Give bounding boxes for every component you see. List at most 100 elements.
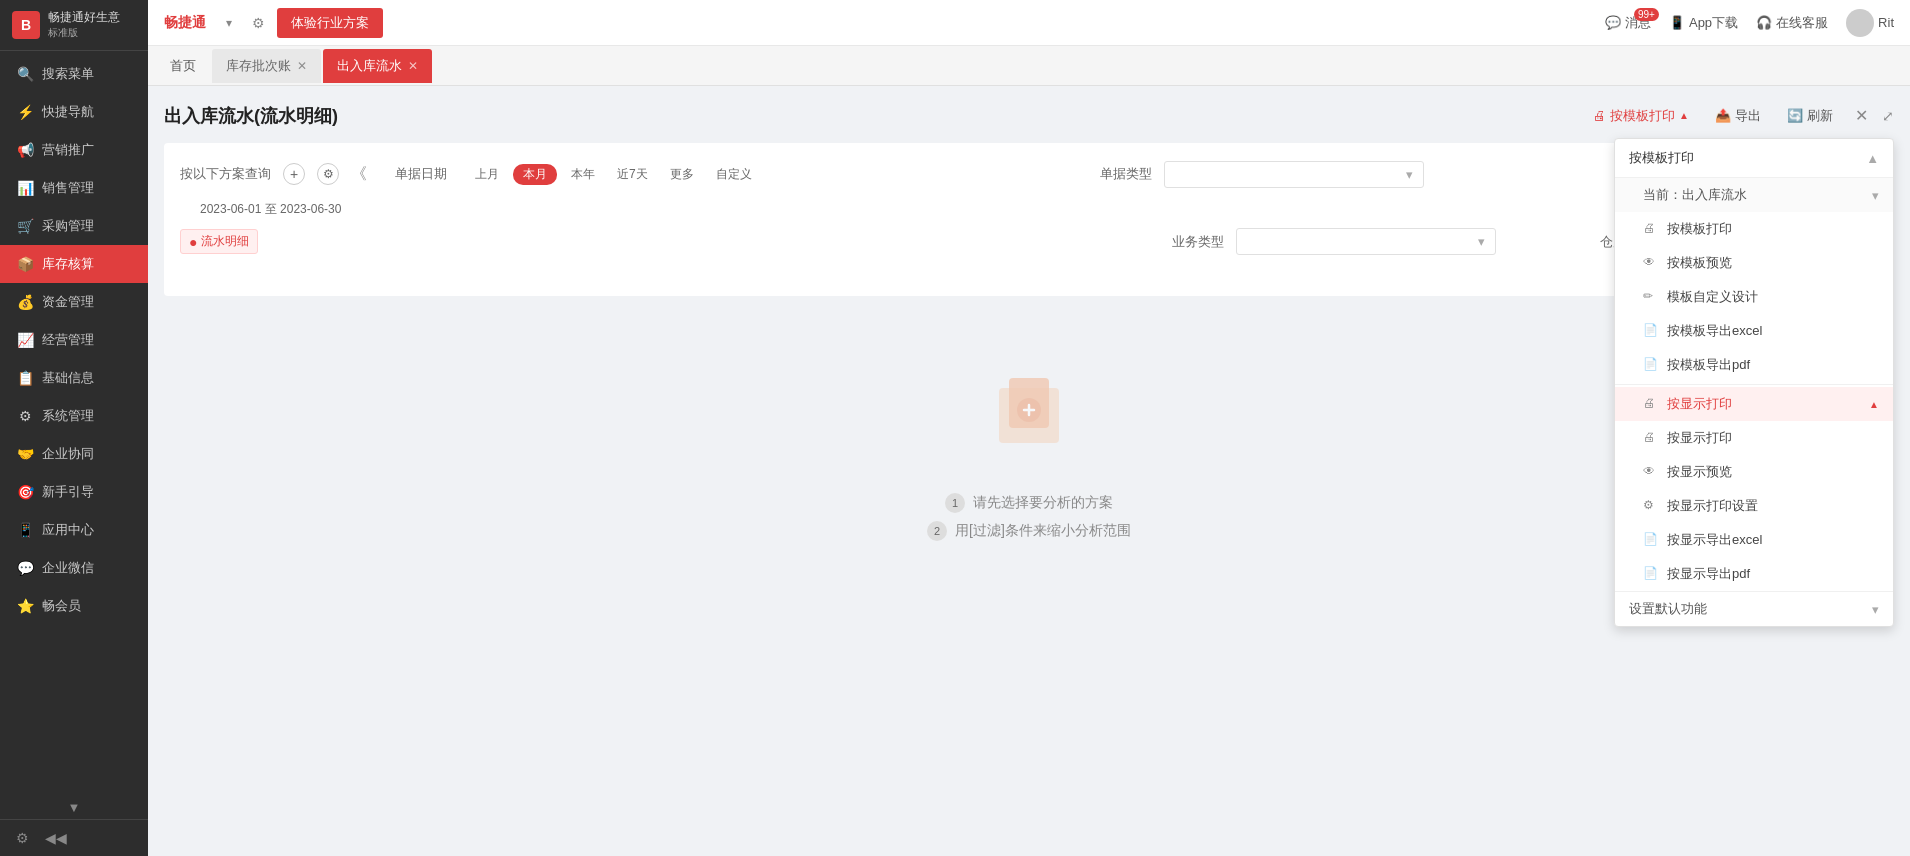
dropdown-item-template-print[interactable]: 🖨 按模板打印 [1615,212,1893,246]
topbar-gear-icon[interactable]: ⚙ [252,15,265,31]
collapse-sidebar-icon[interactable]: ◀◀ [45,830,67,846]
topbar-dropdown[interactable]: ▾ [218,16,240,30]
date-btn-this-year[interactable]: 本年 [563,164,603,185]
finance-icon: 💰 [16,294,34,310]
sidebar-item-enterprise-wechat[interactable]: 💬 企业微信 [0,549,148,587]
sidebar-item-operations[interactable]: 📈 经营管理 [0,321,148,359]
sidebar-item-sales[interactable]: 📊 销售管理 [0,169,148,207]
search-icon: 🔍 [16,66,34,82]
date-btn-this-month[interactable]: 本月 [513,164,557,185]
display-export-pdf-icon: 📄 [1643,566,1659,582]
doc-type-label: 单据类型 [1100,165,1152,183]
sidebar-item-finance[interactable]: 💰 资金管理 [0,283,148,321]
brand-sub: 标准版 [48,26,120,40]
sidebar-item-search[interactable]: 🔍 搜索菜单 [0,55,148,93]
empty-step-2-text: 用[过滤]条件来缩小分析范围 [955,522,1131,540]
dropdown-item-display-print[interactable]: 🖨 按显示打印 [1615,421,1893,455]
topbar-company: 畅捷通 [164,14,206,32]
filter-tag-icon: ● [189,234,197,250]
dropdown-item-display-export-excel[interactable]: 📄 按显示导出excel [1615,523,1893,557]
online-service-label: 在线客服 [1776,14,1828,32]
page-actions: 🖨 按模板打印 ▲ 📤 导出 🔄 刷新 ✕ ⤢ 按模板打印 [1585,102,1894,129]
empty-step-1-text: 请先选择要分析的方案 [973,494,1113,512]
sales-icon: 📊 [16,180,34,196]
online-service-btn[interactable]: 🎧 在线客服 [1756,14,1828,32]
tab-home[interactable]: 首页 [156,49,210,83]
app-logo-icon: B [12,11,40,39]
sidebar-item-marketing[interactable]: 📢 营销推广 [0,131,148,169]
filter-collapse-btn[interactable]: 《 [351,164,367,185]
date-btn-7days[interactable]: 近7天 [609,164,656,185]
dropdown-current[interactable]: 当前：出入库流水 ▾ [1615,178,1893,212]
filter-settings-btn[interactable]: ⚙ [317,163,339,185]
tab-batch-account[interactable]: 库存批次账 ✕ [212,49,321,83]
template-export-pdf-icon: 📄 [1643,357,1659,373]
sidebar-item-enterprise[interactable]: 🤝 企业协同 [0,435,148,473]
date-btn-more[interactable]: 更多 [662,164,702,185]
sidebar-item-purchase[interactable]: 🛒 采购管理 [0,207,148,245]
sidebar-item-operations-label: 经营管理 [42,331,94,349]
dropdown-item-template-export-excel[interactable]: 📄 按模板导出excel [1615,314,1893,348]
dropdown-footer-label: 设置默认功能 [1629,600,1707,618]
filter-add-btn[interactable]: + [283,163,305,185]
refresh-btn[interactable]: 🔄 刷新 [1779,103,1841,129]
template-export-excel-label: 按模板导出excel [1667,322,1762,340]
step-num-1: 1 [945,493,965,513]
messages-btn[interactable]: 💬 消息 99+ [1605,14,1651,32]
dropdown-collapse-btn[interactable]: ▲ [1866,151,1879,166]
sidebar-item-guide[interactable]: 🎯 新手引导 [0,473,148,511]
user-avatar-area[interactable]: Rit [1846,9,1894,37]
dropdown-item-template-preview[interactable]: 👁 按模板预览 [1615,246,1893,280]
template-print-label: 按模板打印 [1667,220,1732,238]
quick-nav-icon: ⚡ [16,104,34,120]
business-type-select[interactable]: ▾ [1236,228,1496,255]
display-print-icon: 🖨 [1643,430,1659,446]
dropdown-item-display-preview[interactable]: 👁 按显示预览 [1615,455,1893,489]
tab-inout-flow-close[interactable]: ✕ [408,59,418,73]
print-btn[interactable]: 🖨 按模板打印 ▲ [1585,103,1697,129]
sidebar-item-system[interactable]: ⚙ 系统管理 [0,397,148,435]
sidebar-item-app-center-label: 应用中心 [42,521,94,539]
date-filter: 上月 本月 本年 近7天 更多 自定义 [467,164,760,185]
export-icon: 📤 [1715,108,1731,123]
sidebar-scroll-down[interactable]: ▼ [0,796,148,819]
dropdown-current-label: 当前：出入库流水 [1643,186,1747,204]
export-btn[interactable]: 📤 导出 [1707,103,1769,129]
display-export-pdf-label: 按显示导出pdf [1667,565,1750,583]
topbar: 畅捷通 ▾ ⚙ 体验行业方案 💬 消息 99+ 📱 App下载 🎧 在线客服 R [148,0,1910,46]
dropdown-item-template-custom[interactable]: ✏ 模板自定义设计 [1615,280,1893,314]
settings-icon[interactable]: ⚙ [16,830,29,846]
dropdown-item-template-export-pdf[interactable]: 📄 按模板导出pdf [1615,348,1893,382]
date-btn-custom[interactable]: 自定义 [708,164,760,185]
sidebar-item-inventory-label: 库存核算 [42,255,94,273]
trial-btn[interactable]: 体验行业方案 [277,8,383,38]
sidebar-item-membership[interactable]: ⭐ 畅会员 [0,587,148,625]
tab-inout-flow[interactable]: 出入库流水 ✕ [323,49,432,83]
dropdown-divider-1 [1615,384,1893,385]
dropdown-footer[interactable]: 设置默认功能 ▾ [1615,591,1893,626]
date-btn-last-month[interactable]: 上月 [467,164,507,185]
sidebar-nav: 🔍 搜索菜单 ⚡ 快捷导航 📢 营销推广 📊 销售管理 🛒 采购管理 📦 库存核… [0,51,148,796]
operations-icon: 📈 [16,332,34,348]
sidebar-item-inventory[interactable]: 📦 库存核算 [0,245,148,283]
tab-batch-account-close[interactable]: ✕ [297,59,307,73]
sidebar-item-basic[interactable]: 📋 基础信息 [0,359,148,397]
dropdown-item-display-print-section[interactable]: 🖨 按显示打印 ▲ [1615,387,1893,421]
sidebar-item-app-center[interactable]: 📱 应用中心 [0,511,148,549]
doc-type-select[interactable]: ▾ [1164,161,1424,188]
user-name: Rit [1878,15,1894,30]
app-download-btn[interactable]: 📱 App下载 [1669,14,1738,32]
page-close-btn[interactable]: ✕ [1851,102,1872,129]
page-expand-btn[interactable]: ⤢ [1882,108,1894,124]
filter-query-label: 按以下方案查询 [180,165,271,183]
print-label: 按模板打印 [1610,107,1675,125]
system-icon: ⚙ [16,408,34,424]
template-export-pdf-label: 按模板导出pdf [1667,356,1750,374]
sidebar-item-quick-nav[interactable]: ⚡ 快捷导航 [0,93,148,131]
dropdown-item-display-export-pdf[interactable]: 📄 按显示导出pdf [1615,557,1893,591]
template-print-icon: 🖨 [1643,221,1659,237]
topbar-dropdown-label: ▾ [226,16,232,30]
topbar-brand: 畅捷通 [164,14,206,32]
dropdown-item-display-print-settings[interactable]: ⚙ 按显示打印设置 [1615,489,1893,523]
display-print-label: 按显示打印 [1667,429,1732,447]
